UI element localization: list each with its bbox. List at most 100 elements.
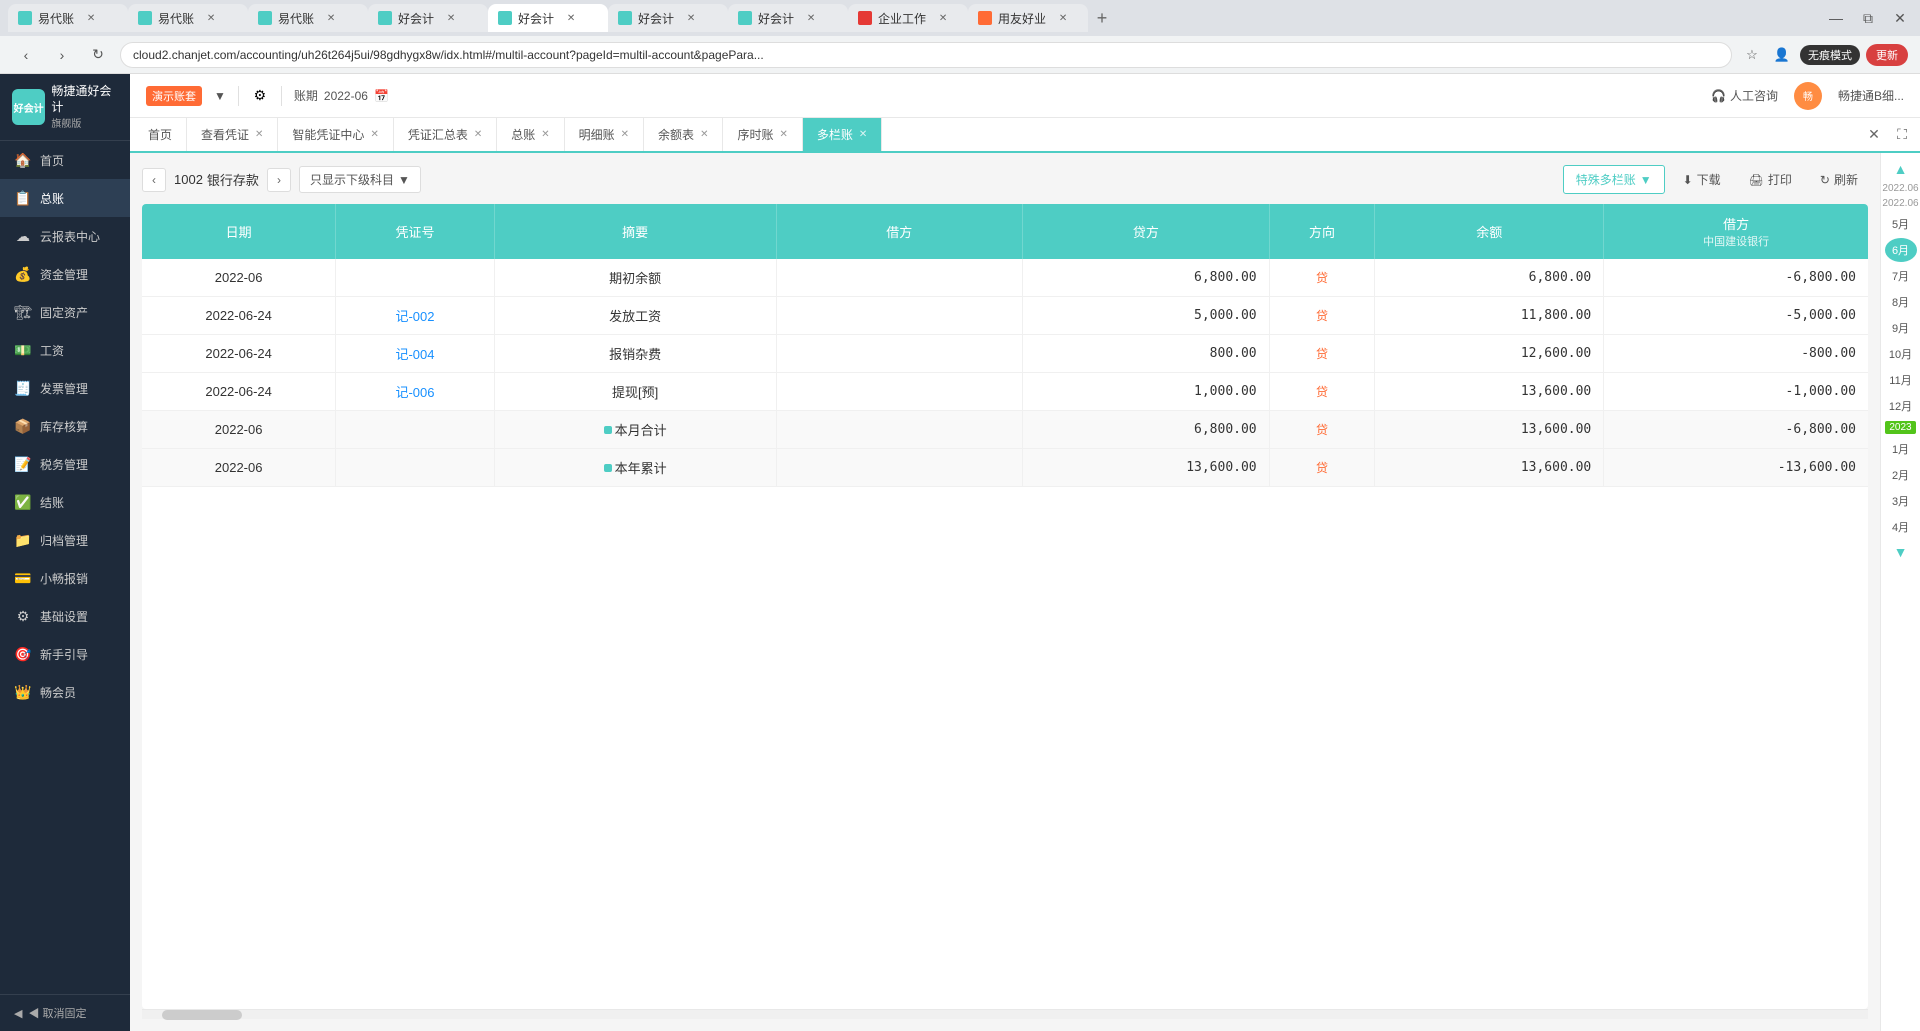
table-wrapper[interactable]: 日期 凭证号 摘要 借方 (142, 204, 1868, 1009)
sidebar-item-guide[interactable]: 🎯 新手引导 (0, 635, 130, 673)
headphone-icon: 🎧 (1711, 89, 1726, 103)
update-button[interactable]: 更新 (1866, 44, 1908, 66)
tab-home[interactable]: 首页 (134, 118, 187, 151)
account-selector[interactable]: 1002 银行存款 (174, 170, 259, 189)
tab-close-3[interactable]: ✕ (324, 11, 338, 25)
print-button[interactable]: 🖨 打印 (1739, 166, 1802, 193)
tab-close-icon[interactable]: ✕ (474, 129, 482, 140)
sidebar-item-salary[interactable]: 💵 工资 (0, 331, 130, 369)
tab-general-ledger[interactable]: 总账 ✕ (497, 118, 564, 151)
month-oct[interactable]: 10月 (1885, 342, 1917, 366)
browser-tab-3[interactable]: 易代账 ✕ (248, 4, 368, 32)
sidebar-item-close-account[interactable]: ✅ 结账 (0, 483, 130, 521)
incognito-mode-button[interactable]: 无痕模式 (1800, 45, 1860, 65)
tab-view-voucher[interactable]: 查看凭证 ✕ (187, 118, 278, 151)
tab-close-6[interactable]: ✕ (684, 11, 698, 25)
tab-close-5[interactable]: ✕ (564, 11, 578, 25)
month-jul[interactable]: 7月 (1885, 264, 1917, 288)
settings-gear-icon[interactable]: ⚙ (251, 87, 269, 105)
sidebar-item-settings[interactable]: ⚙ 基础设置 (0, 597, 130, 635)
demo-badge[interactable]: 演示账套 (146, 86, 202, 106)
filter-dropdown[interactable]: 只显示下级科目 ▼ (299, 166, 421, 193)
voucher-link[interactable]: 记-002 (395, 309, 434, 324)
prev-account-button[interactable]: ‹ (142, 168, 166, 192)
tab-close-icon[interactable]: ✕ (255, 129, 263, 140)
download-button[interactable]: ⬇ 下载 (1673, 166, 1731, 193)
close-btn[interactable]: ✕ (1888, 6, 1912, 30)
month-aug[interactable]: 8月 (1885, 290, 1917, 314)
tab-close-7[interactable]: ✕ (804, 11, 818, 25)
month-jan[interactable]: 1月 (1885, 437, 1917, 461)
month-dec[interactable]: 12月 (1885, 394, 1917, 418)
demo-dropdown[interactable]: ▼ (214, 89, 226, 103)
sidebar-item-cloud-report[interactable]: ☁ 云报表中心 (0, 217, 130, 255)
browser-tab-5[interactable]: 好会计 ✕ (488, 4, 608, 32)
next-account-button[interactable]: › (267, 168, 291, 192)
scroll-down-button[interactable]: ▼ (1889, 540, 1913, 564)
sidebar-item-expense[interactable]: 💳 小畅报销 (0, 559, 130, 597)
sidebar-item-member[interactable]: 👑 畅会员 (0, 673, 130, 711)
sidebar-unpin-button[interactable]: ◀ ◀ 取消固定 (0, 994, 130, 1031)
special-multi-button[interactable]: 特殊多栏账 ▼ (1563, 165, 1665, 194)
minimize-btn[interactable]: — (1824, 6, 1848, 30)
browser-tab-7[interactable]: 好会计 ✕ (728, 4, 848, 32)
voucher-link[interactable]: 记-006 (395, 385, 434, 400)
sidebar-item-ledger[interactable]: 📋 总账 (0, 179, 130, 217)
tab-close-8[interactable]: ✕ (936, 11, 950, 25)
tab-close-4[interactable]: ✕ (444, 11, 458, 25)
tab-close-icon[interactable]: ✕ (621, 129, 629, 140)
tab-close-icon[interactable]: ✕ (370, 129, 378, 140)
tab-close-2[interactable]: ✕ (204, 11, 218, 25)
tab-close-1[interactable]: ✕ (84, 11, 98, 25)
tab-close-icon[interactable]: ✕ (700, 129, 708, 140)
tab-smart-voucher[interactable]: 智能凭证中心 ✕ (278, 118, 393, 151)
month-feb[interactable]: 2月 (1885, 463, 1917, 487)
tab-journal[interactable]: 序时账 ✕ (723, 118, 802, 151)
month-sep[interactable]: 9月 (1885, 316, 1917, 340)
scroll-up-button[interactable]: ▲ (1889, 157, 1913, 181)
browser-tab-2[interactable]: 易代账 ✕ (128, 4, 248, 32)
browser-tab-1[interactable]: 易代账 ✕ (8, 4, 128, 32)
user-avatar[interactable]: 畅 (1794, 82, 1822, 110)
sidebar-item-fixed-asset[interactable]: 🏗 固定资产 (0, 293, 130, 331)
calendar-icon[interactable]: 📅 (374, 89, 389, 103)
tab-close-icon[interactable]: ✕ (859, 129, 867, 140)
sidebar-item-archive[interactable]: 📁 归档管理 (0, 521, 130, 559)
voucher-link[interactable]: 记-004 (395, 347, 434, 362)
tab-close-icon[interactable]: ✕ (541, 129, 549, 140)
sidebar-item-inventory[interactable]: 📦 库存核算 (0, 407, 130, 445)
new-tab-button[interactable]: + (1088, 4, 1116, 32)
sidebar-item-home[interactable]: 🏠 首页 (0, 141, 130, 179)
horizontal-scrollbar[interactable] (142, 1009, 1868, 1019)
month-mar[interactable]: 3月 (1885, 489, 1917, 513)
browser-tab-4[interactable]: 好会计 ✕ (368, 4, 488, 32)
forward-button[interactable]: › (48, 41, 76, 69)
sidebar-item-invoice[interactable]: 🧾 发票管理 (0, 369, 130, 407)
tab-close-9[interactable]: ✕ (1056, 11, 1070, 25)
sidebar-item-tax[interactable]: 📝 税务管理 (0, 445, 130, 483)
back-button[interactable]: ‹ (12, 41, 40, 69)
browser-tab-8[interactable]: 企业工作 ✕ (848, 4, 968, 32)
reload-button[interactable]: ↻ (84, 41, 112, 69)
month-jun[interactable]: 6月 (1885, 238, 1917, 262)
tab-multi-column[interactable]: 多栏账 ✕ (803, 118, 882, 151)
sidebar-item-fund[interactable]: 💰 资金管理 (0, 255, 130, 293)
month-may[interactable]: 5月 (1885, 212, 1917, 236)
consult-button[interactable]: 🎧 人工咨询 (1711, 87, 1778, 104)
scroll-thumb[interactable] (162, 1010, 242, 1020)
tab-voucher-summary[interactable]: 凭证汇总表 ✕ (394, 118, 497, 151)
tab-close-icon[interactable]: ✕ (779, 129, 787, 140)
user-profile-icon[interactable]: 👤 (1770, 43, 1794, 67)
address-input[interactable] (120, 42, 1732, 68)
month-nov[interactable]: 11月 (1885, 368, 1917, 392)
month-apr[interactable]: 4月 (1885, 515, 1917, 539)
browser-tab-9[interactable]: 用友好业 ✕ (968, 4, 1088, 32)
bookmark-icon[interactable]: ☆ (1740, 43, 1764, 67)
refresh-button[interactable]: ↻ 刷新 (1810, 166, 1868, 193)
tab-balance[interactable]: 余额表 ✕ (644, 118, 723, 151)
restore-btn[interactable]: ⧉ (1856, 6, 1880, 30)
tab-detail-ledger[interactable]: 明细账 ✕ (565, 118, 644, 151)
browser-tab-6[interactable]: 好会计 ✕ (608, 4, 728, 32)
tab-expand-button[interactable]: ⛶ (1888, 121, 1916, 149)
tab-close-all-button[interactable]: ✕ (1860, 121, 1888, 149)
